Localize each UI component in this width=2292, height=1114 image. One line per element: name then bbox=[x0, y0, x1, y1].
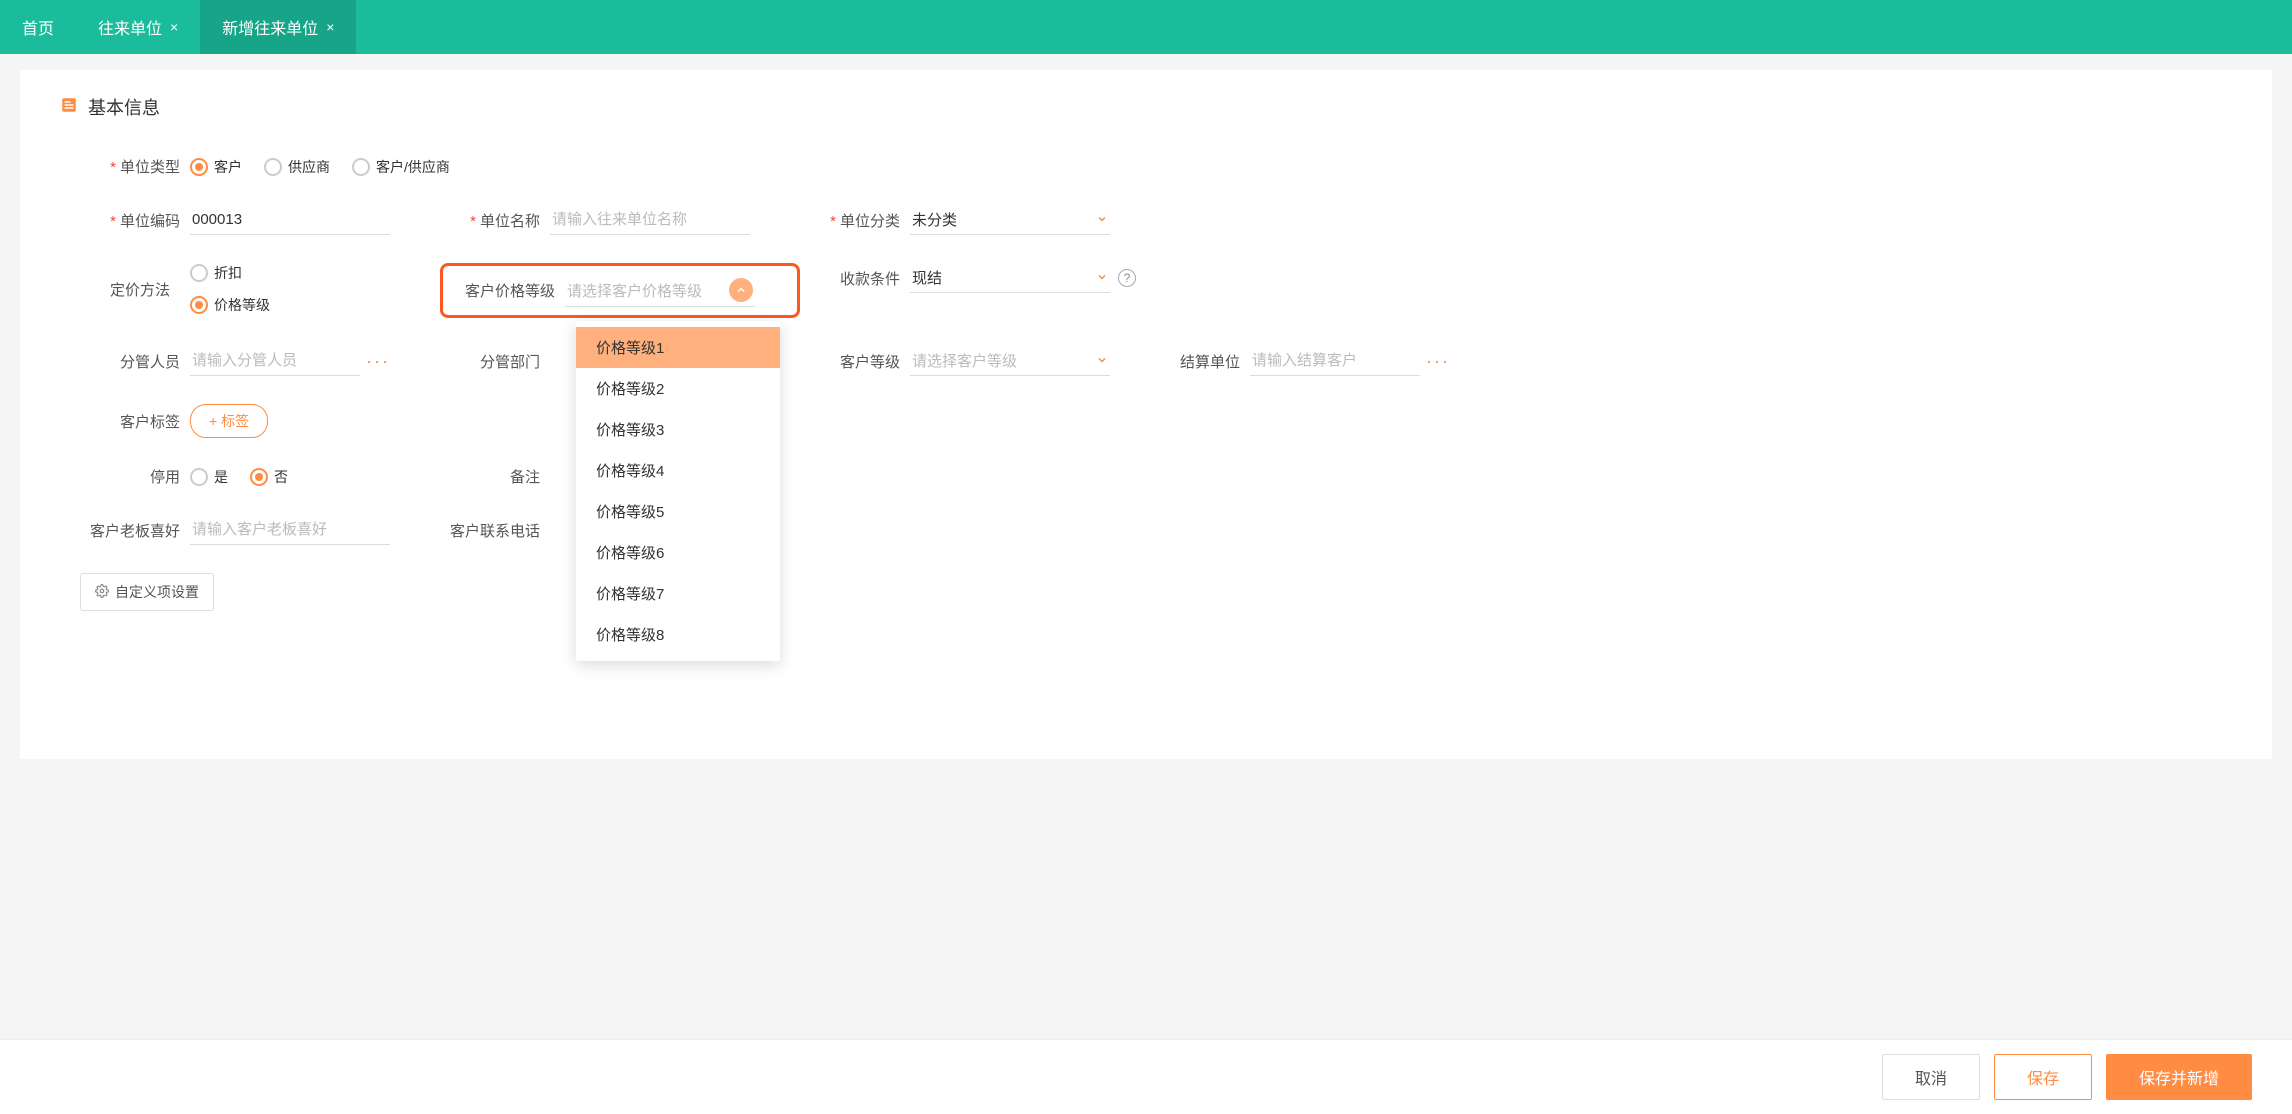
label-remarks: 备注 bbox=[440, 466, 550, 487]
form-page: 基本信息 *单位类型 客户 供应商 客户/供应商 *单位编码 bbox=[20, 70, 2272, 759]
chevron-down-icon bbox=[1096, 270, 1108, 286]
label-unit-name: *单位名称 bbox=[440, 210, 550, 231]
chevron-down-icon bbox=[1096, 353, 1108, 369]
unit-code-input[interactable] bbox=[190, 205, 390, 235]
label-pricing-method: 定价方法 bbox=[80, 279, 190, 300]
payment-terms-select[interactable]: 现结 bbox=[910, 263, 1110, 293]
label-settlement-unit: 结算单位 bbox=[1160, 351, 1250, 372]
label-unit-type: *单位类型 bbox=[80, 156, 190, 177]
label-unit-code: *单位编码 bbox=[80, 210, 190, 231]
label-assigned-person: 分管人员 bbox=[80, 351, 190, 372]
label-unit-category: *单位分类 bbox=[800, 210, 910, 231]
close-icon[interactable]: × bbox=[326, 19, 334, 35]
dropdown-item[interactable]: 价格等级6 bbox=[576, 532, 780, 573]
label-payment-terms: 收款条件 bbox=[800, 268, 910, 289]
more-icon[interactable]: ··· bbox=[1426, 351, 1450, 372]
price-level-select[interactable]: 请选择客户价格等级 bbox=[565, 274, 755, 307]
save-button[interactable]: 保存 bbox=[1994, 1054, 2092, 1100]
save-and-new-button[interactable]: 保存并新增 bbox=[2106, 1054, 2252, 1100]
unit-type-radio-group: 客户 供应商 客户/供应商 bbox=[190, 157, 450, 177]
section-title: 基本信息 bbox=[60, 94, 2232, 120]
dropdown-item[interactable]: 价格等级5 bbox=[576, 491, 780, 532]
tab-bar: 首页 往来单位 × 新增往来单位 × bbox=[0, 0, 2292, 54]
customer-level-select[interactable]: 请选择客户等级 bbox=[910, 346, 1110, 376]
footer-actions: 取消 保存 保存并新增 bbox=[0, 1039, 2292, 1114]
form-icon bbox=[60, 96, 78, 119]
gear-icon bbox=[95, 584, 109, 601]
tab-home[interactable]: 首页 bbox=[0, 0, 76, 54]
add-tag-button[interactable]: + 标签 bbox=[190, 404, 268, 438]
label-disabled: 停用 bbox=[80, 466, 190, 487]
radio-both[interactable]: 客户/供应商 bbox=[352, 157, 450, 177]
label-assigned-dept: 分管部门 bbox=[440, 351, 550, 372]
cancel-button[interactable]: 取消 bbox=[1882, 1054, 1980, 1100]
radio-disabled-yes[interactable]: 是 bbox=[190, 467, 228, 487]
assigned-person-input[interactable] bbox=[190, 346, 360, 376]
dropdown-item[interactable]: 价格等级8 bbox=[576, 614, 780, 655]
label-customer-level: 客户等级 bbox=[800, 351, 910, 372]
more-icon[interactable]: ··· bbox=[366, 351, 390, 372]
chevron-up-icon bbox=[729, 278, 753, 302]
label-price-level: 客户价格等级 bbox=[457, 280, 565, 301]
label-boss-preference: 客户老板喜好 bbox=[80, 520, 190, 541]
tab-unit-list[interactable]: 往来单位 × bbox=[76, 0, 200, 54]
dropdown-item[interactable]: 价格等级1 bbox=[576, 327, 780, 368]
custom-fields-button[interactable]: 自定义项设置 bbox=[80, 573, 214, 611]
help-icon[interactable]: ? bbox=[1118, 269, 1136, 287]
price-level-dropdown: 价格等级1价格等级2价格等级3价格等级4价格等级5价格等级6价格等级7价格等级8 bbox=[576, 321, 780, 661]
dropdown-item[interactable]: 价格等级3 bbox=[576, 409, 780, 450]
settlement-unit-input[interactable] bbox=[1250, 346, 1420, 376]
dropdown-item[interactable]: 价格等级7 bbox=[576, 573, 780, 614]
radio-customer[interactable]: 客户 bbox=[190, 157, 242, 177]
close-icon[interactable]: × bbox=[170, 19, 178, 35]
dropdown-item[interactable]: 价格等级4 bbox=[576, 450, 780, 491]
dropdown-item[interactable]: 价格等级2 bbox=[576, 368, 780, 409]
section-title-text: 基本信息 bbox=[88, 94, 160, 120]
tab-add-unit[interactable]: 新增往来单位 × bbox=[200, 0, 356, 54]
radio-supplier[interactable]: 供应商 bbox=[264, 157, 330, 177]
boss-preference-input[interactable] bbox=[190, 515, 390, 545]
radio-price-level[interactable]: 价格等级 bbox=[190, 295, 440, 315]
unit-name-input[interactable] bbox=[550, 205, 750, 235]
chevron-down-icon bbox=[1096, 212, 1108, 228]
radio-disabled-no[interactable]: 否 bbox=[250, 467, 288, 487]
unit-category-select[interactable]: 未分类 bbox=[910, 205, 1110, 235]
label-customer-tag: 客户标签 bbox=[80, 411, 190, 432]
label-contact-phone: 客户联系电话 bbox=[440, 520, 550, 541]
price-level-highlighted-field: 客户价格等级 请选择客户价格等级 bbox=[440, 263, 800, 318]
radio-discount[interactable]: 折扣 bbox=[190, 263, 440, 283]
